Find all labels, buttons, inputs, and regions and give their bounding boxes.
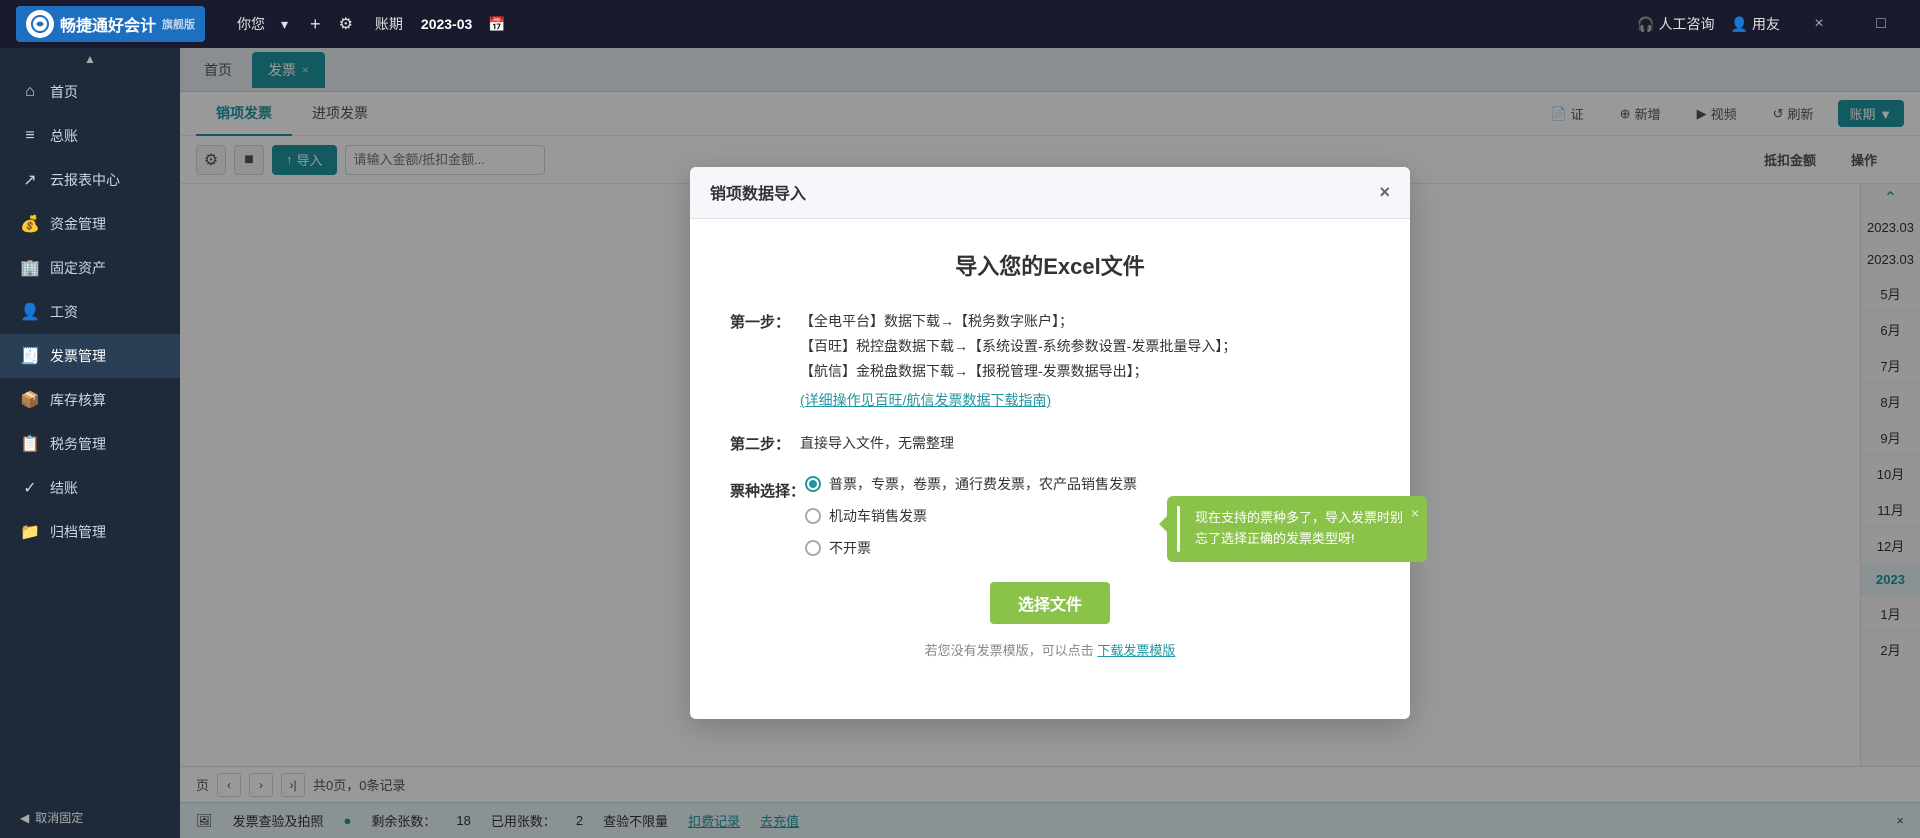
radio-noinvoice[interactable]: 不开票 (805, 538, 1137, 558)
modal-main-title: 导入您的Excel文件 (730, 249, 1370, 281)
logo-icon (26, 10, 54, 38)
radio-normal-label: 普票，专票，卷票，通行费发票，农产品销售发票 (829, 474, 1137, 494)
step1-line3: 【航信】金税盘数据下载→【报税管理-发票数据导出】； (800, 359, 1370, 384)
fund-icon: 💰 (20, 214, 40, 234)
sidebar-item-label: 发票管理 (50, 346, 106, 366)
headset-icon: 🎧 (1637, 16, 1654, 33)
step1-label: 第一步： (730, 311, 800, 332)
step2-content: 直接导入文件，无需整理 (800, 431, 1370, 456)
sidebar-item-cloud-report[interactable]: ↗ 云报表中心 (0, 158, 180, 202)
sidebar-cancel-fixed[interactable]: ◀ 取消固定 (0, 797, 180, 838)
step1-row: 第一步： 【全电平台】数据下载→【税务数字账户】； 【百旺】税控盘数据下载→【系… (730, 309, 1370, 414)
cloud-icon: ↗ (20, 170, 40, 190)
window-close-btn[interactable]: × (1796, 0, 1842, 48)
sidebar-item-fund[interactable]: 💰 资金管理 (0, 202, 180, 246)
account-dropdown[interactable]: ▾ (281, 16, 288, 33)
user-label: 用友 (1752, 14, 1780, 34)
sidebar-item-label: 云报表中心 (50, 170, 120, 190)
radio-motor-label: 机动车销售发票 (829, 506, 927, 526)
download-template-link[interactable]: 下载发票模版 (1097, 643, 1175, 658)
sidebar-item-label: 库存核算 (50, 390, 106, 410)
sidebar-item-invoice[interactable]: 🧾 发票管理 (0, 334, 180, 378)
step2-label: 第二步： (730, 433, 800, 454)
step2-row: 第二步： 直接导入文件，无需整理 (730, 431, 1370, 456)
modal-title-text: 销项数据导入 (710, 180, 806, 204)
sidebar-item-tax[interactable]: 📋 税务管理 (0, 422, 180, 466)
sidebar-item-salary[interactable]: 👤 工资 (0, 290, 180, 334)
step1-detail-link[interactable]: (详细操作见百旺/航信发票数据下载指南) (800, 392, 1051, 408)
support-label: 人工咨询 (1659, 14, 1715, 34)
modal-overlay: 销项数据导入 × 导入您的Excel文件 第一步： 【全电平台】数据下载→【税务… (180, 48, 1920, 838)
modal-footer: 若您没有发票模版，可以点击 下载发票模版 (730, 640, 1370, 659)
tooltip-bar (1177, 506, 1180, 552)
app-logo: 畅捷通好会计 旗舰版 (16, 6, 205, 42)
support-item[interactable]: 🎧 人工咨询 (1637, 14, 1714, 34)
sidebar-item-archive[interactable]: 📁 归档管理 (0, 510, 180, 554)
import-modal: 销项数据导入 × 导入您的Excel文件 第一步： 【全电平台】数据下载→【税务… (690, 167, 1410, 720)
radio-group: 普票，专票，卷票，通行费发票，农产品销售发票 机动车销售发票 × 现在支持的票种… (805, 474, 1137, 558)
radio-normal[interactable]: 普票，专票，卷票，通行费发票，农产品销售发票 (805, 474, 1137, 494)
footer-text: 若您没有发票模版，可以点击 (925, 643, 1094, 658)
step1-line2: 【百旺】税控盘数据下载→【系统设置-系统参数设置-发票批量导入】； (800, 334, 1370, 359)
modal-header: 销项数据导入 × (690, 167, 1410, 219)
settings-icon[interactable]: ⚙ (339, 14, 353, 34)
radio-noinvoice-circle[interactable] (805, 540, 821, 556)
invoice-icon: 🧾 (20, 346, 40, 366)
tooltip-bubble: × 现在支持的票种多了，导入发票时别忘了选择正确的发票类型呀! (1167, 496, 1427, 562)
radio-normal-dot (809, 480, 817, 488)
step1-content: 【全电平台】数据下载→【税务数字账户】； 【百旺】税控盘数据下载→【系统设置-系… (800, 309, 1370, 414)
ticket-select-row: 票种选择： 普票，专票，卷票，通行费发票，农产品销售发票 机动车销售发票 (730, 474, 1370, 558)
sidebar-item-label: 固定资产 (50, 258, 106, 278)
period-value: 2023-03 (421, 16, 472, 32)
sidebar-item-label: 税务管理 (50, 434, 106, 454)
modal-body: 导入您的Excel文件 第一步： 【全电平台】数据下载→【税务数字账户】； 【百… (690, 219, 1410, 680)
sidebar-item-label: 工资 (50, 302, 78, 322)
topbar: 畅捷通好会计 旗舰版 你您 ▾ + ⚙ 账期 2023-03 📅 🎧 人工咨询 … (0, 0, 1920, 48)
window-maximize-btn[interactable]: □ (1858, 0, 1904, 48)
sidebar-item-label: 总账 (50, 126, 78, 146)
sidebar-item-fixed-asset[interactable]: 🏢 固定资产 (0, 246, 180, 290)
sidebar-item-home[interactable]: ⌂ 首页 (0, 70, 180, 114)
inventory-icon: 📦 (20, 390, 40, 410)
sidebar-item-label: 归档管理 (50, 522, 106, 542)
sidebar: ▲ ⌂ 首页 ≡ 总账 ↗ 云报表中心 💰 资金管理 🏢 固定资产 👤 工资 🧾… (0, 48, 180, 838)
radio-normal-circle[interactable] (805, 476, 821, 492)
cancel-fixed-icon: ◀ (20, 811, 29, 825)
step1-line1: 【全电平台】数据下载→【税务数字账户】； (800, 309, 1370, 334)
tooltip-close-btn[interactable]: × (1411, 502, 1419, 524)
user-item[interactable]: 👤 用友 (1731, 14, 1780, 34)
cancel-fixed-label: 取消固定 (35, 809, 83, 826)
tooltip-text: 现在支持的票种多了，导入发票时别忘了选择正确的发票类型呀! (1195, 508, 1413, 550)
app-edition: 旗舰版 (162, 16, 195, 32)
account-name: 你您 (237, 14, 265, 34)
main-content: 首页 发票 × 销项发票 进项发票 📄 证 ⊕ 新增 ▶ 视频 (180, 48, 1920, 838)
topbar-right: 🎧 人工咨询 👤 用友 × □ (1637, 0, 1904, 48)
sidebar-item-closing[interactable]: ✓ 结账 (0, 466, 180, 510)
period-calendar-icon[interactable]: 📅 (488, 16, 505, 33)
select-file-btn[interactable]: 选择文件 (990, 582, 1110, 624)
ticket-label: 票种选择： (730, 480, 805, 501)
radio-noinvoice-label: 不开票 (829, 538, 871, 558)
home-icon: ⌂ (20, 83, 40, 101)
radio-motor-circle[interactable] (805, 508, 821, 524)
sidebar-item-ledger[interactable]: ≡ 总账 (0, 114, 180, 158)
radio-motor[interactable]: 机动车销售发票 × 现在支持的票种多了，导入发票时别忘了选择正确的发票类型呀! (805, 506, 1137, 526)
sidebar-item-label: 资金管理 (50, 214, 106, 234)
fixed-asset-icon: 🏢 (20, 258, 40, 278)
user-icon: 👤 (1731, 16, 1748, 33)
tax-icon: 📋 (20, 434, 40, 454)
sidebar-scroll-up[interactable]: ▲ (0, 48, 180, 70)
app-name: 畅捷通好会计 (60, 12, 156, 36)
sidebar-item-label: 结账 (50, 478, 78, 498)
sidebar-item-inventory[interactable]: 📦 库存核算 (0, 378, 180, 422)
period-label: 账期 (375, 14, 403, 34)
salary-icon: 👤 (20, 302, 40, 322)
ledger-icon: ≡ (20, 127, 40, 145)
add-button[interactable]: + (310, 14, 321, 35)
closing-icon: ✓ (20, 478, 40, 498)
sidebar-item-label: 首页 (50, 82, 78, 102)
archive-icon: 📁 (20, 522, 40, 542)
modal-close-btn[interactable]: × (1379, 182, 1390, 203)
